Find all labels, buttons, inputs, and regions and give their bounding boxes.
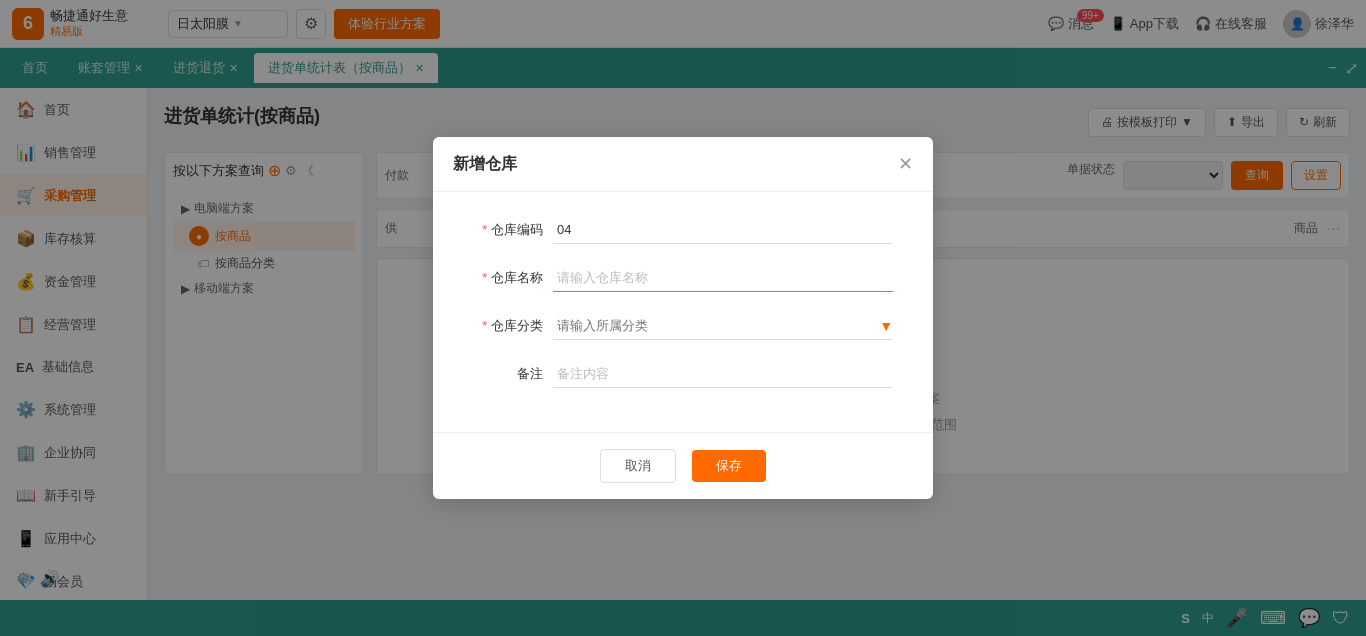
category-label: 仓库分类 bbox=[473, 317, 553, 335]
add-warehouse-dialog: 新增仓库 ✕ 仓库编码 仓库名称 仓库分类 ▼ bbox=[433, 137, 933, 499]
save-button[interactable]: 保存 bbox=[692, 450, 766, 482]
form-row-code: 仓库编码 bbox=[473, 216, 893, 244]
name-input[interactable] bbox=[553, 264, 893, 292]
form-row-name: 仓库名称 bbox=[473, 264, 893, 292]
category-input[interactable] bbox=[553, 312, 879, 339]
modal-overlay[interactable]: 新增仓库 ✕ 仓库编码 仓库名称 仓库分类 ▼ bbox=[0, 0, 1366, 636]
dialog-body: 仓库编码 仓库名称 仓库分类 ▼ 备注 bbox=[433, 192, 933, 432]
code-label: 仓库编码 bbox=[473, 221, 553, 239]
dialog-title: 新增仓库 bbox=[453, 154, 517, 175]
remark-input[interactable] bbox=[553, 360, 893, 388]
remark-label: 备注 bbox=[473, 365, 553, 383]
form-row-category: 仓库分类 ▼ bbox=[473, 312, 893, 340]
dialog-footer: 取消 保存 bbox=[433, 432, 933, 499]
dialog-close-icon[interactable]: ✕ bbox=[898, 153, 913, 175]
category-dropdown-icon[interactable]: ▼ bbox=[879, 318, 893, 334]
category-select-wrap: ▼ bbox=[553, 312, 893, 340]
name-label: 仓库名称 bbox=[473, 269, 553, 287]
form-row-remark: 备注 bbox=[473, 360, 893, 388]
cancel-button[interactable]: 取消 bbox=[600, 449, 676, 483]
dialog-header: 新增仓库 ✕ bbox=[433, 137, 933, 192]
code-input[interactable] bbox=[553, 216, 893, 244]
